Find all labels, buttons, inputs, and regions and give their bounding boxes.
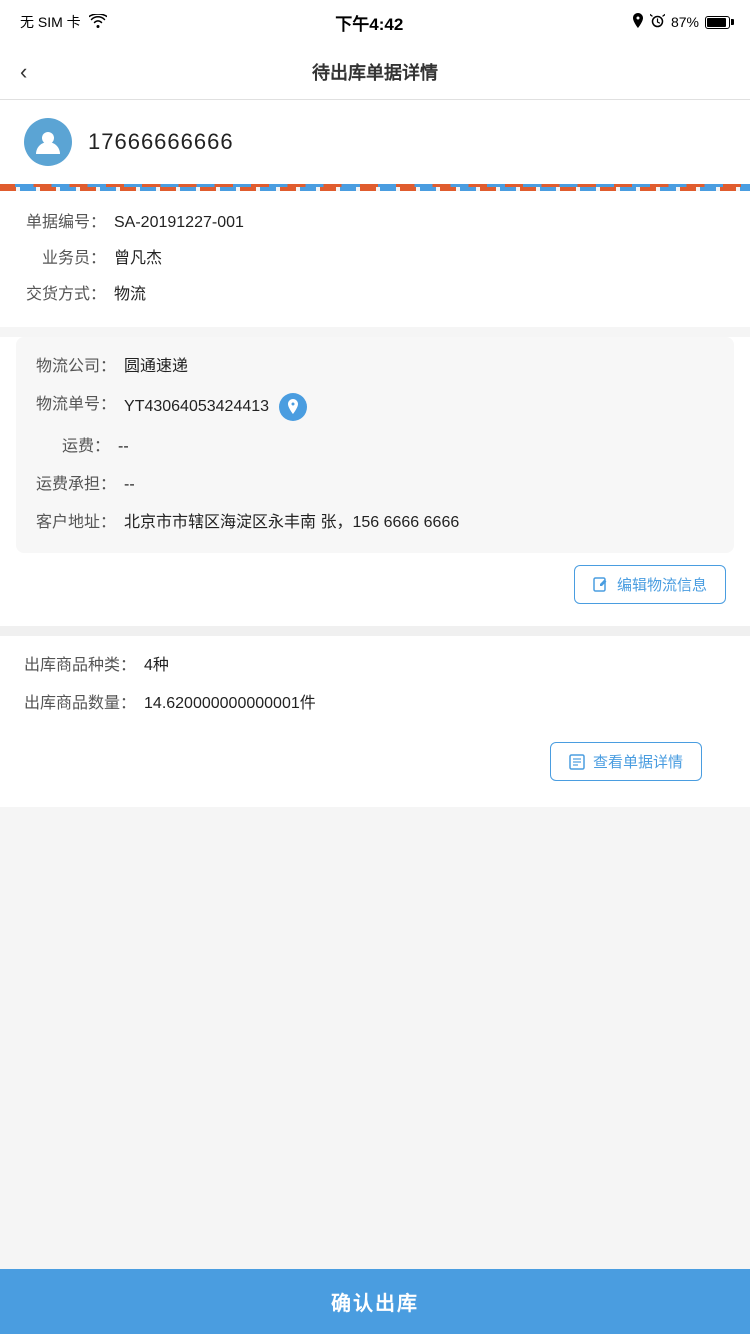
location-pin-button[interactable] [279,393,307,421]
logistics-tracking-label: 物流单号： [36,393,124,417]
battery-icon [705,16,730,29]
battery-percentage: 87% [671,14,699,30]
edit-logistics-button[interactable]: 编辑物流信息 [574,565,726,604]
freight-bearer-value: -- [124,473,714,497]
salesperson-label: 业务员： [24,247,114,271]
logistics-company-row: 物流公司： 圆通速递 [36,355,714,379]
list-icon [569,754,585,770]
alarm-status-icon [650,13,665,31]
goods-quantity-label: 出库商品数量： [24,692,144,716]
edit-logistics-button-container: 编辑物流信息 [0,553,750,620]
address-value: 北京市市辖区海淀区永丰南 张，156 6666 6666 [124,511,714,535]
logistics-tracking-value: YT43064053424413 [124,393,714,421]
back-button[interactable]: ‹ [12,51,35,93]
view-detail-button[interactable]: 查看单据详情 [550,742,702,781]
goods-type-label: 出库商品种类： [24,654,144,678]
wifi-icon [89,14,107,31]
goods-quantity-value: 14.620000000000001件 [144,692,726,716]
confirm-button-label[interactable]: 确认出库 [331,1287,419,1316]
salesperson-value: 曾凡杰 [114,247,726,271]
bottom-spacer [0,1027,750,1107]
avatar [24,118,72,166]
separator-1 [0,626,750,636]
salesperson-row: 业务员： 曾凡杰 [24,247,726,271]
freight-bearer-row: 运费承担： -- [36,473,714,497]
freight-bearer-label: 运费承担： [36,473,124,497]
status-carrier: 无 SIM 卡 [20,12,107,32]
status-bar: 无 SIM 卡 下午4:42 87% [0,0,750,44]
document-value: SA-20191227-001 [114,211,726,235]
confirm-button-container[interactable]: 确认出库 [0,1269,750,1334]
freight-label: 运费： [36,435,118,459]
main-info-section: 单据编号： SA-20191227-001 业务员： 曾凡杰 交货方式： 物流 [0,191,750,327]
view-detail-button-container: 查看单据详情 [24,730,726,797]
page-title: 待出库单据详情 [312,59,438,85]
status-icons: 87% [632,13,730,31]
freight-value: -- [118,435,714,459]
freight-row: 运费： -- [36,435,714,459]
logistics-company-value: 圆通速递 [124,355,714,379]
document-label: 单据编号： [24,211,114,235]
user-phone: 17666666666 [88,129,234,155]
location-status-icon [632,13,644,31]
goods-type-value: 4种 [144,654,726,678]
goods-section: 出库商品种类： 4种 出库商品数量： 14.620000000000001件 查… [0,636,750,807]
empty-area [0,807,750,1027]
delivery-label: 交货方式： [24,283,114,307]
user-header: 17666666666 [0,100,750,187]
goods-type-row: 出库商品种类： 4种 [24,654,726,678]
logistics-company-label: 物流公司： [36,355,124,379]
address-label: 客户地址： [36,511,124,535]
logistics-tracking-row: 物流单号： YT43064053424413 [36,393,714,421]
carrier-text: 无 SIM 卡 [20,12,81,32]
view-detail-label: 查看单据详情 [593,751,683,772]
address-row: 客户地址： 北京市市辖区海淀区永丰南 张，156 6666 6666 [36,511,714,535]
logistics-box: 物流公司： 圆通速递 物流单号： YT43064053424413 运费： --… [16,337,734,553]
nav-bar: ‹ 待出库单据详情 [0,44,750,100]
edit-icon [593,577,609,593]
document-row: 单据编号： SA-20191227-001 [24,211,726,235]
status-time: 下午4:42 [335,10,403,35]
goods-quantity-row: 出库商品数量： 14.620000000000001件 [24,692,726,716]
delivery-row: 交货方式： 物流 [24,283,726,307]
edit-button-label: 编辑物流信息 [617,574,707,595]
delivery-value: 物流 [114,283,726,307]
